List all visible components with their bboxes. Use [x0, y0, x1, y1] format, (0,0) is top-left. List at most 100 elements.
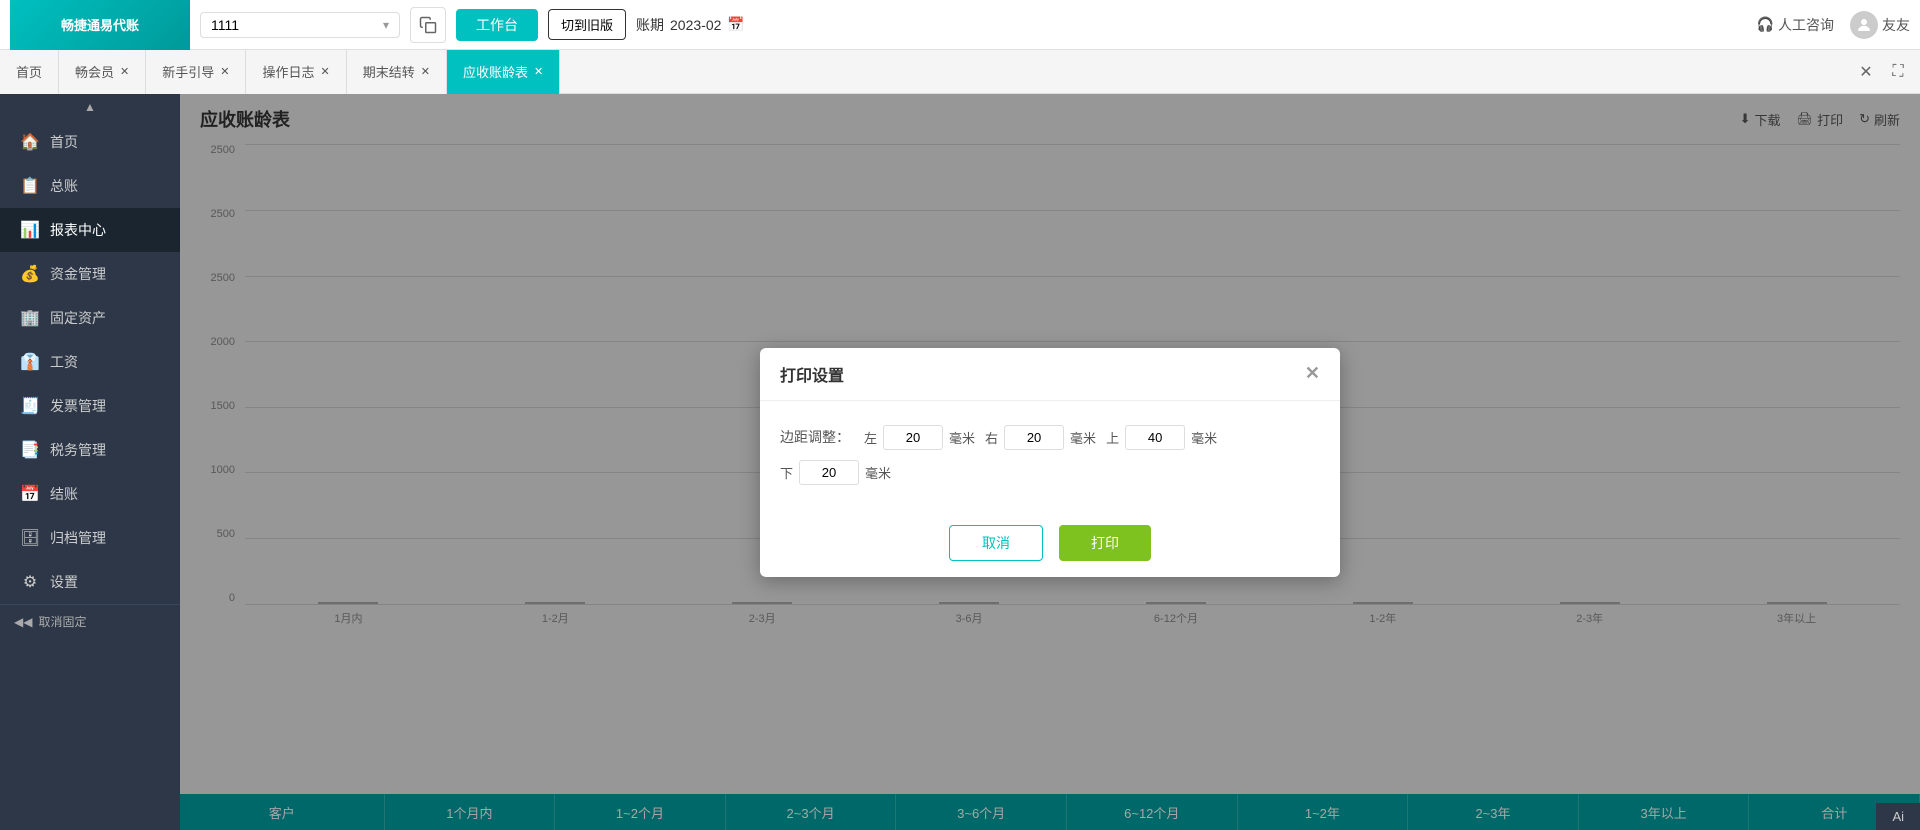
sidebar-label-tax: 税务管理 [50, 440, 106, 460]
modal-title: 打印设置 [780, 362, 844, 386]
tab-period-end-label: 期末结转 [363, 62, 415, 81]
cancel-pin-label: 取消固定 [38, 613, 86, 630]
right-label: 右 [985, 428, 998, 447]
period-label: 账期 [636, 15, 664, 35]
modal-header: 打印设置 ✕ [760, 348, 1340, 401]
service-button[interactable]: 🎧 人工咨询 [1757, 15, 1834, 35]
margin-top-input[interactable] [1125, 425, 1185, 450]
bottom-label: 下 [780, 463, 793, 482]
margin-top-group: 上 毫米 [1106, 425, 1217, 450]
modal-footer: 取消 打印 [760, 509, 1340, 577]
close-icon[interactable]: ✕ [120, 65, 129, 78]
tab-guide[interactable]: 新手引导 ✕ [146, 50, 246, 94]
sidebar-item-archive[interactable]: 🗄 归档管理 [0, 516, 180, 560]
tab-home-label: 首页 [16, 62, 42, 81]
right-unit: 毫米 [1070, 428, 1096, 447]
tab-bar: 首页 畅会员 ✕ 新手引导 ✕ 操作日志 ✕ 期末结转 ✕ 应收账龄表 ✕ ✕ … [0, 50, 1920, 94]
copy-icon[interactable] [410, 7, 446, 43]
sidebar-label-home: 首页 [50, 132, 78, 152]
user-label: 友友 [1882, 15, 1910, 35]
ai-badge[interactable]: Ai [1876, 803, 1920, 830]
cancel-pin-button[interactable]: ◀◀ 取消固定 [0, 604, 180, 638]
tab-guide-label: 新手引导 [162, 62, 214, 81]
sidebar-label-archive: 归档管理 [50, 528, 106, 548]
tab-end-controls: ✕ ⛶ [1844, 60, 1920, 84]
tab-oplog[interactable]: 操作日志 ✕ [246, 50, 346, 94]
sidebar-item-invoice[interactable]: 🧾 发票管理 [0, 384, 180, 428]
tab-ar-aging-label: 应收账龄表 [463, 62, 528, 81]
sidebar-item-reports[interactable]: 📊 报表中心 [0, 208, 180, 252]
home-icon: 🏠 [20, 132, 40, 152]
logo-text: 畅捷通易代账 [61, 15, 139, 34]
right-area: 🎧 人工咨询 友友 [1757, 11, 1910, 39]
sidebar-item-ledger[interactable]: 📋 总账 [0, 164, 180, 208]
sidebar: ▲ 🏠 首页 📋 总账 📊 报表中心 💰 资金管理 🏢 固定资产 👔 工资 🧾 … [0, 94, 180, 830]
ledger-icon: 📋 [20, 176, 40, 196]
margin-left-group: 左 毫米 [864, 425, 975, 450]
close-icon[interactable]: ✕ [220, 65, 229, 78]
margin-left-input[interactable] [883, 425, 943, 450]
sidebar-item-home[interactable]: 🏠 首页 [0, 120, 180, 164]
sidebar-item-funds[interactable]: 💰 资金管理 [0, 252, 180, 296]
sidebar-item-tax[interactable]: 📑 税务管理 [0, 428, 180, 472]
tab-period-end[interactable]: 期末结转 ✕ [347, 50, 447, 94]
archive-icon: 🗄 [20, 528, 40, 548]
period-value: 2023-02 [670, 17, 721, 33]
user-menu[interactable]: 友友 [1850, 11, 1910, 39]
close-icon[interactable]: ✕ [421, 65, 430, 78]
workbench-button[interactable]: 工作台 [456, 9, 538, 41]
top-unit: 毫米 [1191, 428, 1217, 447]
close-window-icon[interactable]: ✕ [1854, 60, 1878, 84]
scroll-up-button[interactable]: ▲ [0, 94, 180, 120]
sidebar-label-invoice: 发票管理 [50, 396, 106, 416]
close-books-icon: 📅 [20, 484, 40, 504]
sidebar-label-assets: 固定资产 [50, 308, 106, 328]
invoice-icon: 🧾 [20, 396, 40, 416]
modal-close-button[interactable]: ✕ [1305, 363, 1320, 384]
pin-icon: ◀◀ [14, 615, 32, 629]
margin-right-input[interactable] [1004, 425, 1064, 450]
margin-bottom-input[interactable] [799, 460, 859, 485]
main-layout: ▲ 🏠 首页 📋 总账 📊 报表中心 💰 资金管理 🏢 固定资产 👔 工资 🧾 … [0, 94, 1920, 830]
left-unit: 毫米 [949, 428, 975, 447]
sidebar-item-close[interactable]: 📅 结账 [0, 472, 180, 516]
reports-icon: 📊 [20, 220, 40, 240]
tab-member-label: 畅会员 [75, 62, 114, 81]
sidebar-label-reports: 报表中心 [50, 220, 106, 240]
funds-icon: 💰 [20, 264, 40, 284]
sidebar-item-payroll[interactable]: 👔 工资 [0, 340, 180, 384]
bottom-unit: 毫米 [865, 463, 891, 482]
cancel-button[interactable]: 取消 [949, 525, 1043, 561]
sidebar-label-payroll: 工资 [50, 352, 78, 372]
maximize-icon[interactable]: ⛶ [1886, 60, 1910, 84]
close-icon[interactable]: ✕ [321, 65, 330, 78]
sidebar-item-settings[interactable]: ⚙ 设置 [0, 560, 180, 604]
chevron-down-icon: ▾ [383, 18, 389, 32]
left-label: 左 [864, 428, 877, 447]
print-confirm-button[interactable]: 打印 [1059, 525, 1151, 561]
tab-ar-aging[interactable]: 应收账龄表 ✕ [447, 50, 560, 94]
sidebar-item-assets[interactable]: 🏢 固定资产 [0, 296, 180, 340]
tax-icon: 📑 [20, 440, 40, 460]
service-label: 人工咨询 [1778, 15, 1834, 35]
sidebar-label-ledger: 总账 [50, 176, 78, 196]
assets-icon: 🏢 [20, 308, 40, 328]
account-selector[interactable]: 1111 ▾ [200, 12, 400, 38]
modal-overlay: 打印设置 ✕ 边距调整： 左 毫米 右 毫米 [180, 94, 1920, 830]
logo: 畅捷通易代账 [10, 0, 190, 50]
margin-bottom-group: 下 毫米 [780, 460, 891, 485]
calendar-icon[interactable]: 📅 [727, 16, 744, 33]
payroll-icon: 👔 [20, 352, 40, 372]
modal-body: 边距调整： 左 毫米 右 毫米 上 [760, 401, 1340, 509]
switch-version-button[interactable]: 切到旧版 [548, 9, 626, 40]
tab-member[interactable]: 畅会员 ✕ [59, 50, 146, 94]
tab-home[interactable]: 首页 [0, 50, 59, 94]
sidebar-label-settings: 设置 [50, 572, 78, 592]
settings-icon: ⚙ [20, 572, 40, 592]
top-bar: 畅捷通易代账 1111 ▾ 工作台 切到旧版 账期 2023-02 📅 🎧 人工… [0, 0, 1920, 50]
sidebar-label-close: 结账 [50, 484, 78, 504]
top-label: 上 [1106, 428, 1119, 447]
close-icon[interactable]: ✕ [534, 65, 543, 78]
sidebar-label-funds: 资金管理 [50, 264, 106, 284]
margin-label: 边距调整： [780, 427, 850, 447]
